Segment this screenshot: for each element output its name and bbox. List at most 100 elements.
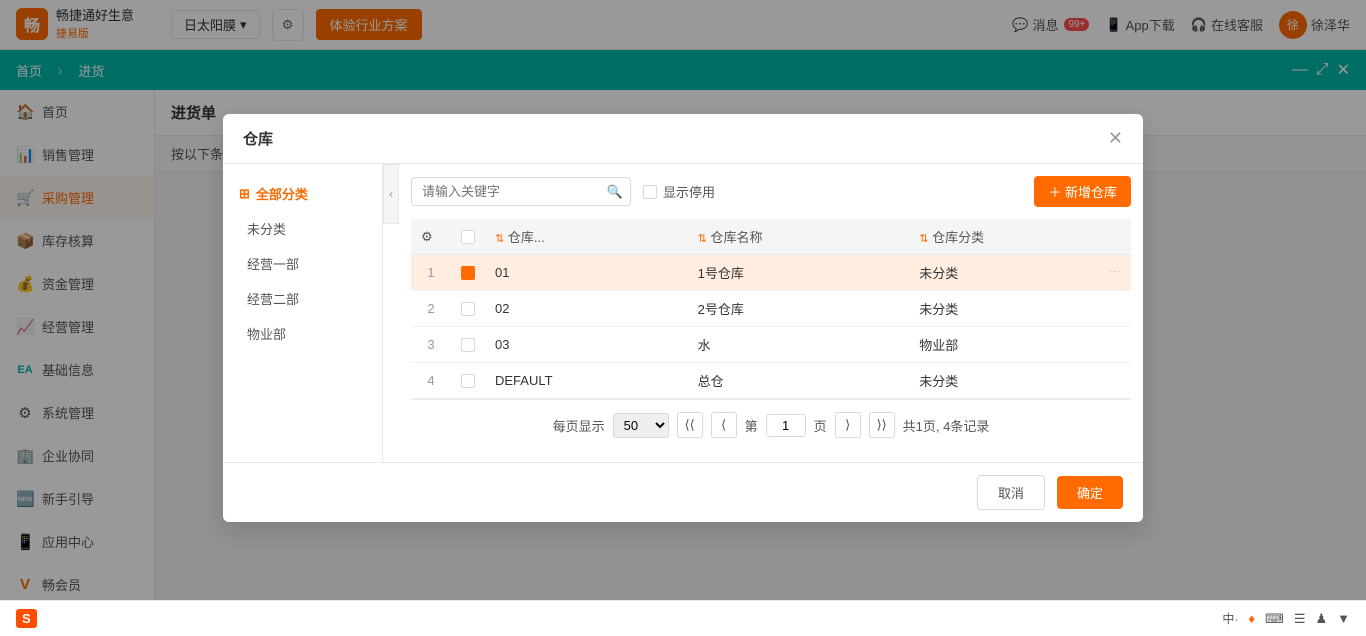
show-disabled-text: 显示停用 — [663, 182, 715, 201]
row-code-cell: DEFAULT — [485, 363, 688, 399]
modal-overlay: 仓库 ✕ ⊞ 全部分类 未分类 经营一部 经营二部 物业部 ‹ — [0, 0, 1366, 636]
category-item-ops1[interactable]: 经营一部 — [223, 246, 382, 281]
first-page-icon: ⟨⟨ — [685, 417, 695, 433]
category-item-property[interactable]: 物业部 — [223, 316, 382, 351]
row-number: 2 — [427, 301, 434, 316]
row-name-cell: 2号仓库 — [688, 291, 910, 327]
add-warehouse-button[interactable]: ＋ 新增仓库 — [1034, 176, 1131, 207]
warehouse-table: ⚙ ⇅ 仓库... ⇅ — [411, 219, 1131, 399]
row-code-cell: 03 — [485, 327, 688, 363]
row-category-cell: 未分类 — [909, 291, 1131, 327]
row-gear-cell: 4 — [411, 363, 451, 399]
status-dot: ♦ — [1248, 611, 1255, 626]
col-code-label: 仓库... — [508, 230, 545, 245]
cancel-button[interactable]: 取消 — [977, 475, 1045, 510]
confirm-button[interactable]: 确定 — [1057, 476, 1123, 509]
modal-body: ⊞ 全部分类 未分类 经营一部 经营二部 物业部 ‹ 🔍 — [223, 164, 1143, 462]
row-checkbox-cell[interactable] — [451, 291, 485, 327]
col-category: ⇅ 仓库分类 — [909, 219, 1131, 255]
row-number: 1 — [427, 265, 434, 280]
table-header-row: ⚙ ⇅ 仓库... ⇅ — [411, 219, 1131, 255]
next-page-icon: ⟩ — [845, 417, 850, 433]
per-page-label: 每页显示 — [553, 416, 605, 435]
col-gear: ⚙ — [411, 219, 451, 255]
status-keyboard-icon[interactable]: ⌨ — [1265, 611, 1284, 627]
chevron-left-icon: ‹ — [389, 187, 393, 201]
table-row[interactable]: 2 02 2号仓库 未分类 — [411, 291, 1131, 327]
row-checkbox[interactable] — [461, 302, 475, 316]
warehouse-modal: 仓库 ✕ ⊞ 全部分类 未分类 经营一部 经营二部 物业部 ‹ — [223, 114, 1143, 522]
table-body: 1 01 1号仓库 未分类 ··· 2 02 2号仓库 未分类 — [411, 255, 1131, 399]
row-checkbox-cell[interactable] — [451, 255, 485, 291]
statusbar-logo: S — [16, 609, 37, 628]
show-disabled-checkbox[interactable] — [643, 185, 657, 199]
prev-page-icon: ⟨ — [721, 417, 726, 433]
page-number-input[interactable] — [766, 414, 806, 437]
category-sidebar: ⊞ 全部分类 未分类 经营一部 经营二部 物业部 — [223, 164, 383, 462]
show-disabled-label[interactable]: 显示停用 — [643, 182, 715, 201]
category-all-label: 全部分类 — [256, 184, 308, 203]
col-checkbox — [451, 219, 485, 255]
table-row[interactable]: 4 DEFAULT 总仓 未分类 — [411, 363, 1131, 399]
status-game-icon[interactable]: ♟ — [1315, 611, 1327, 627]
row-name-cell: 1号仓库 — [688, 255, 910, 291]
row-checkbox[interactable] — [461, 338, 475, 352]
search-icon[interactable]: 🔍 — [607, 184, 623, 200]
row-name-cell: 总仓 — [688, 363, 910, 399]
modal-header: 仓库 ✕ — [223, 114, 1143, 164]
row-checkbox-cell[interactable] — [451, 363, 485, 399]
col-name: ⇅ 仓库名称 — [688, 219, 910, 255]
row-gear-cell: 2 — [411, 291, 451, 327]
category-header[interactable]: ⊞ 全部分类 — [223, 176, 382, 211]
search-input-wrap: 🔍 — [411, 177, 631, 206]
last-page-icon: ⟩⟩ — [877, 417, 887, 433]
row-gear-cell: 1 — [411, 255, 451, 291]
status-lang[interactable]: 中· — [1222, 610, 1238, 627]
page-label: 第 — [745, 416, 758, 435]
pagination: 每页显示 50 20 100 ⟨⟨ ⟨ 第 页 — [411, 399, 1131, 450]
next-page-button[interactable]: ⟩ — [835, 412, 861, 438]
row-name-cell: 水 — [688, 327, 910, 363]
table-area: 🔍 显示停用 ＋ 新增仓库 ⚙ — [399, 164, 1143, 462]
col-code: ⇅ 仓库... — [485, 219, 688, 255]
row-code-cell: 02 — [485, 291, 688, 327]
row-gear-cell: 3 — [411, 327, 451, 363]
col-name-label: 仓库名称 — [710, 230, 762, 245]
category-item-ops2[interactable]: 经营二部 — [223, 281, 382, 316]
search-bar: 🔍 显示停用 ＋ 新增仓库 — [411, 176, 1131, 207]
row-category-cell: 未分类 ··· — [909, 255, 1131, 291]
row-code-cell: 01 — [485, 255, 688, 291]
statusbar-right: 中· ♦ ⌨ ☰ ♟ ▼ — [1222, 610, 1350, 627]
row-category-cell: 未分类 — [909, 363, 1131, 399]
first-page-button[interactable]: ⟨⟨ — [677, 412, 703, 438]
table-row[interactable]: 3 03 水 物业部 — [411, 327, 1131, 363]
category-item-uncategorized[interactable]: 未分类 — [223, 211, 382, 246]
table-container: ⚙ ⇅ 仓库... ⇅ — [411, 219, 1131, 399]
row-checkbox[interactable] — [461, 266, 475, 280]
statusbar-left: S — [16, 609, 37, 628]
gear-header-icon[interactable]: ⚙ — [421, 229, 433, 244]
modal-title: 仓库 — [243, 128, 273, 149]
status-menu-icon[interactable]: ☰ — [1294, 611, 1306, 627]
collapse-sidebar-button[interactable]: ‹ — [383, 164, 399, 224]
row-number: 4 — [427, 373, 434, 388]
per-page-select[interactable]: 50 20 100 — [613, 413, 669, 438]
page-suffix: 页 — [814, 416, 827, 435]
modal-close-button[interactable]: ✕ — [1108, 128, 1123, 149]
select-all-checkbox[interactable] — [461, 230, 475, 244]
grid-icon: ⊞ — [239, 186, 250, 202]
row-checkbox-cell[interactable] — [451, 327, 485, 363]
last-page-button[interactable]: ⟩⟩ — [869, 412, 895, 438]
prev-page-button[interactable]: ⟨ — [711, 412, 737, 438]
row-category-cell: 物业部 — [909, 327, 1131, 363]
row-checkbox[interactable] — [461, 374, 475, 388]
table-head: ⚙ ⇅ 仓库... ⇅ — [411, 219, 1131, 255]
table-row[interactable]: 1 01 1号仓库 未分类 ··· — [411, 255, 1131, 291]
search-input[interactable] — [411, 177, 631, 206]
col-category-label: 仓库分类 — [932, 230, 984, 245]
row-number: 3 — [427, 337, 434, 352]
status-more-icon[interactable]: ▼ — [1337, 611, 1350, 626]
status-bar: S 中· ♦ ⌨ ☰ ♟ ▼ — [0, 600, 1366, 636]
modal-footer: 取消 确定 — [223, 462, 1143, 522]
total-info: 共1页, 4条记录 — [903, 416, 990, 435]
